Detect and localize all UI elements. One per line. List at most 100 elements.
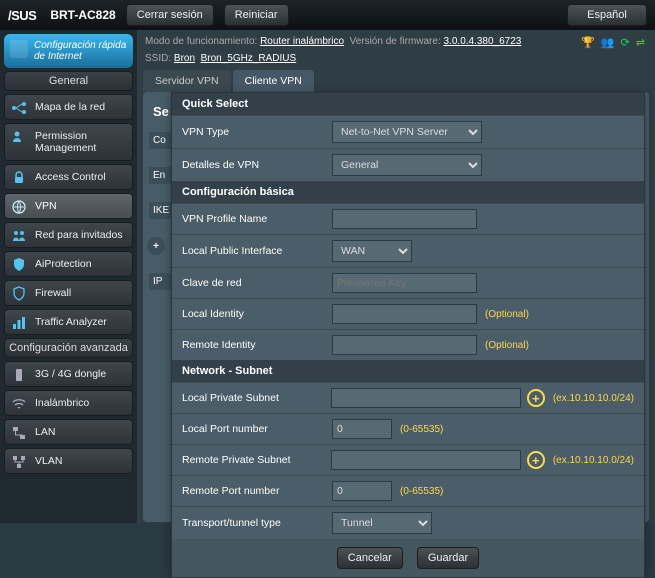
save-button[interactable]: Guardar: [417, 547, 479, 569]
tab-vpn-client[interactable]: Cliente VPN: [233, 70, 314, 92]
brand-logo: /SUS: [8, 8, 36, 23]
sidebar: Configuración rápida de Internet General…: [0, 30, 137, 523]
key-input[interactable]: [332, 273, 477, 293]
wifi-icon: [11, 396, 27, 412]
sidebar-item-vpn[interactable]: VPN: [4, 193, 133, 219]
mode-value[interactable]: Router inalámbrico: [260, 36, 344, 47]
language-select[interactable]: Español: [567, 4, 647, 26]
sidebar-item-label: VPN: [35, 200, 57, 212]
fw-label: Versión de firmware:: [350, 36, 441, 47]
logout-button[interactable]: Cerrar sesión: [126, 4, 214, 26]
vpn-profile-dialog: Quick Select VPN Type Net-to-Net VPN Ser…: [171, 92, 645, 578]
status-line-2: SSID: Bron Bron_5GHz_RADIUS: [143, 51, 649, 68]
obscured-label: Co: [149, 132, 173, 149]
sidebar-item-access-control[interactable]: Access Control: [4, 164, 133, 190]
vpn-details-label: Detalles de VPN: [182, 159, 332, 171]
subnet-hint: (ex.10.10.10.0/24): [553, 455, 634, 466]
sidebar-item-wireless[interactable]: Inalámbrico: [4, 390, 133, 416]
add-local-subnet-button[interactable]: +: [527, 389, 545, 407]
tab-vpn-server[interactable]: Servidor VPN: [143, 70, 231, 92]
sidebar-item-label: Inalámbrico: [35, 397, 89, 409]
profile-name-label: VPN Profile Name: [182, 213, 332, 225]
vpn-tabs: Servidor VPN Cliente VPN: [143, 70, 649, 92]
local-id-input[interactable]: [332, 304, 477, 324]
sidebar-section-general: General: [4, 71, 133, 91]
ssid2-value: Bron_5GHz_RADIUS: [201, 53, 297, 64]
fw-value[interactable]: 3.0.0.4.380_6723: [444, 36, 522, 47]
award-icon[interactable]: 🏆: [581, 36, 595, 49]
sidebar-item-label: Red para invitados: [35, 229, 123, 241]
obscured-label: En: [149, 167, 173, 184]
vpn-type-label: VPN Type: [182, 126, 332, 138]
remote-subnet-label: Remote Private Subnet: [182, 454, 331, 466]
sidebar-item-label: 3G / 4G dongle: [35, 368, 106, 380]
sidebar-item-label: Permission Management: [35, 130, 96, 154]
network-icon: [11, 100, 27, 116]
users-status-icon[interactable]: 👥: [601, 36, 615, 49]
sidebar-item-aiprotection[interactable]: AiProtection: [4, 251, 133, 277]
remote-id-label: Remote Identity: [182, 339, 332, 351]
interface-select[interactable]: WAN: [332, 240, 412, 262]
sidebar-item-lan[interactable]: LAN: [4, 419, 133, 445]
lan-icon: [11, 425, 27, 441]
local-subnet-label: Local Private Subnet: [182, 392, 331, 404]
sidebar-item-guest[interactable]: Red para invitados: [4, 222, 133, 248]
sidebar-item-label: AiProtection: [35, 258, 92, 270]
main-content: Modo de funcionamiento: Router inalámbri…: [137, 30, 655, 523]
sidebar-item-traffic[interactable]: Traffic Analyzer: [4, 309, 133, 335]
sidebar-item-network-map[interactable]: Mapa de la red: [4, 94, 133, 120]
top-bar: /SUS BRT-AC828 Cerrar sesión Reiniciar E…: [0, 0, 655, 30]
obscured-side-labels: Co En IKE + IP: [149, 132, 173, 290]
remote-id-input[interactable]: [332, 335, 477, 355]
subnet-hint: (ex.10.10.10.0/24): [553, 393, 634, 404]
firewall-icon: [11, 286, 27, 302]
add-icon[interactable]: +: [147, 237, 165, 255]
sidebar-item-vlan[interactable]: VLAN: [4, 448, 133, 474]
usb-icon[interactable]: ⇌: [636, 36, 645, 49]
users-icon: [11, 129, 27, 145]
cancel-button[interactable]: Cancelar: [337, 547, 403, 569]
sidebar-item-label: Traffic Analyzer: [35, 316, 107, 328]
content-panel: Se PN Co En IKE + IP Quick Select VPN Ty…: [143, 92, 649, 522]
port-hint: (0-65535): [400, 424, 443, 435]
obscured-label: IKE: [149, 202, 173, 219]
sidebar-item-label: VLAN: [35, 455, 62, 467]
port-hint: (0-65535): [400, 486, 443, 497]
ssid-label: SSID:: [145, 53, 171, 64]
tunnel-type-select[interactable]: Tunnel: [332, 512, 432, 534]
panel-title-partial: Se: [153, 104, 169, 119]
sidebar-item-label: Access Control: [35, 171, 106, 183]
ssid1-value: Bron: [174, 53, 195, 64]
dongle-icon: [11, 367, 27, 383]
sidebar-item-label: LAN: [35, 426, 55, 438]
optional-hint: (Optional): [485, 309, 529, 320]
optional-hint: (Optional): [485, 340, 529, 351]
section-quick-select: Quick Select: [172, 93, 644, 115]
model-name: BRT-AC828: [50, 8, 115, 22]
guest-icon: [11, 228, 27, 244]
key-label: Clave de red: [182, 277, 332, 289]
sidebar-item-permission[interactable]: Permission Management: [4, 123, 133, 161]
sidebar-item-dongle[interactable]: 3G / 4G dongle: [4, 361, 133, 387]
mode-label: Modo de funcionamiento:: [145, 36, 257, 47]
remote-port-input[interactable]: [332, 481, 392, 501]
local-id-label: Local Identity: [182, 308, 332, 320]
remote-subnet-input[interactable]: [331, 450, 520, 470]
lock-icon: [11, 170, 27, 186]
vlan-icon: [11, 454, 27, 470]
sidebar-item-firewall[interactable]: Firewall: [4, 280, 133, 306]
profile-name-input[interactable]: [332, 209, 477, 229]
vpn-details-select[interactable]: General: [332, 154, 482, 176]
quick-setup-button[interactable]: Configuración rápida de Internet: [4, 34, 133, 68]
section-network-subnet: Network - Subnet: [172, 360, 644, 382]
local-port-input[interactable]: [332, 419, 392, 439]
section-basic-config: Configuración básica: [172, 181, 644, 203]
vpn-type-select[interactable]: Net-to-Net VPN Server: [332, 121, 482, 143]
interface-label: Local Public Interface: [182, 245, 332, 257]
chart-icon: [11, 315, 27, 331]
reboot-button[interactable]: Reiniciar: [224, 4, 289, 26]
local-subnet-input[interactable]: [331, 388, 520, 408]
add-remote-subnet-button[interactable]: +: [527, 451, 545, 469]
tunnel-type-label: Transport/tunnel type: [182, 517, 332, 529]
reload-icon[interactable]: ⟳: [621, 36, 630, 49]
